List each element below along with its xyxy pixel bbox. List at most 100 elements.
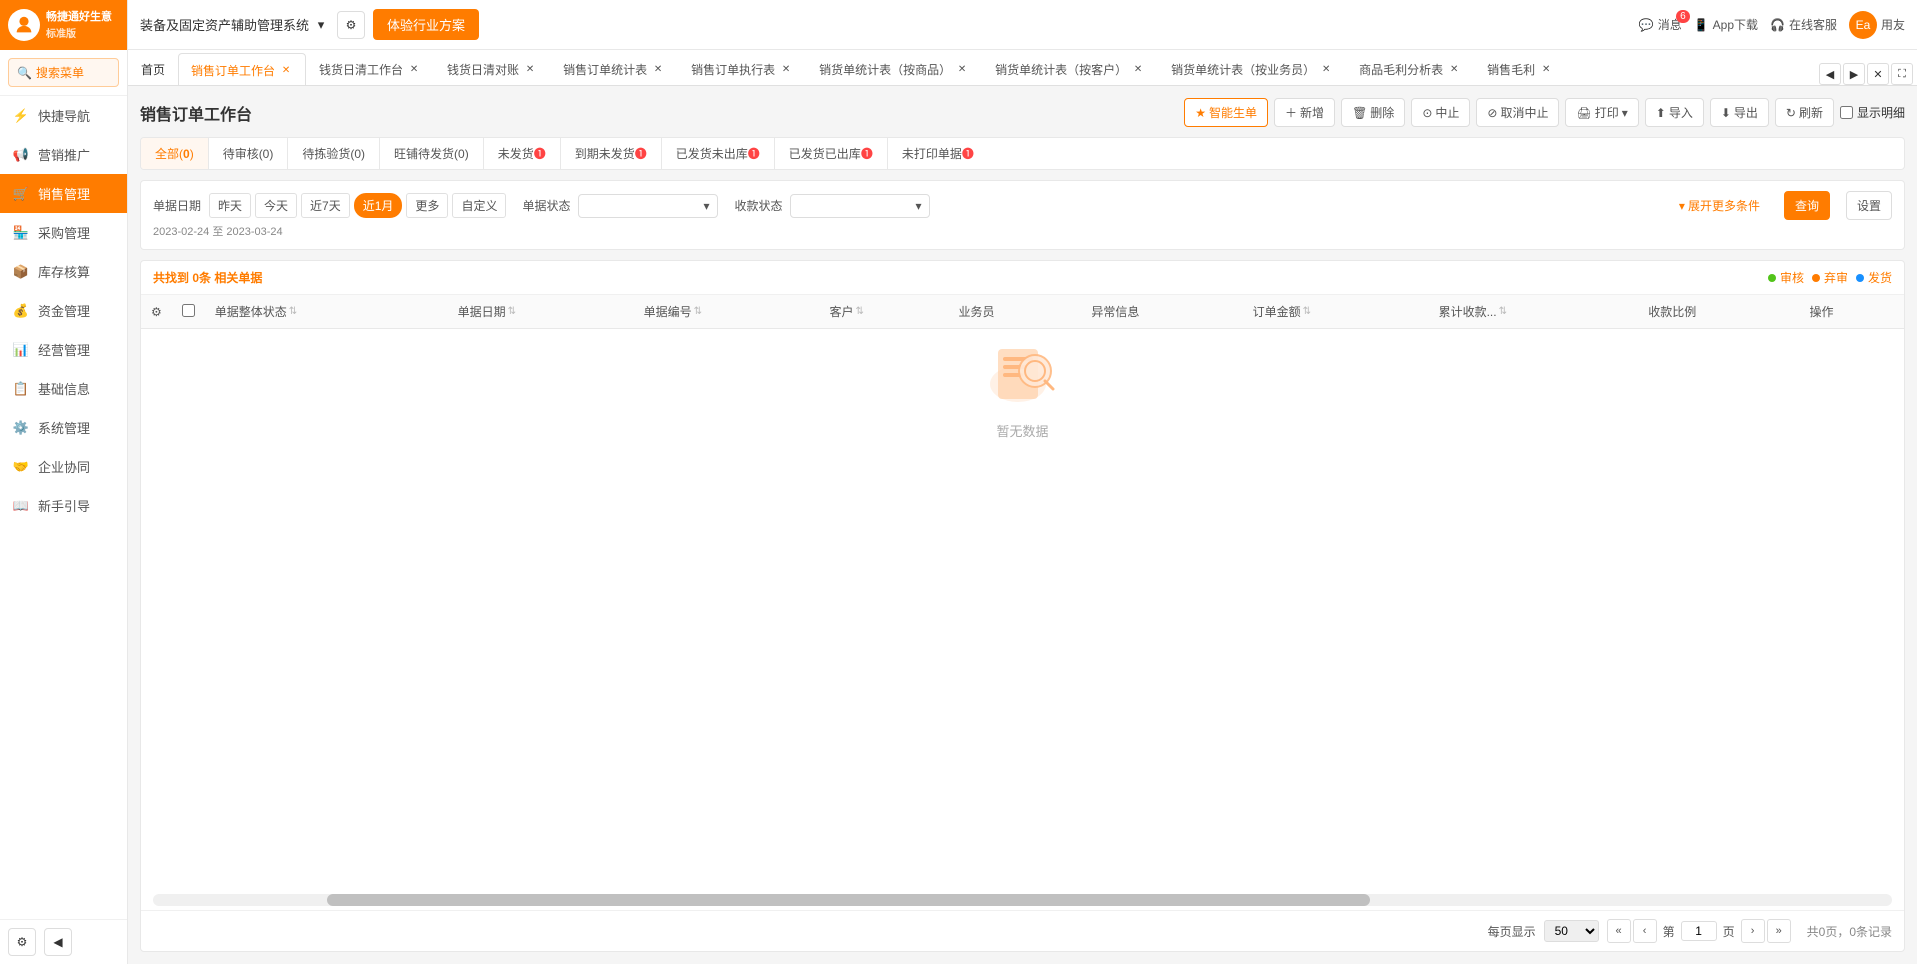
audit-btn[interactable]: 审核 <box>1768 269 1804 286</box>
select-all-checkbox[interactable] <box>182 304 195 317</box>
export-button[interactable]: ⬇ 导出 <box>1710 98 1769 127</box>
date-opt-yesterday[interactable]: 昨天 <box>209 193 251 218</box>
expand-filter-btn[interactable]: ▾ 展开更多条件 <box>1679 197 1760 214</box>
tab-scroll-left-btn[interactable]: ◀ <box>1819 63 1841 85</box>
online-service-btn[interactable]: 🎧 在线客服 <box>1770 16 1837 33</box>
tab-close-icon[interactable]: ✕ <box>407 63 421 77</box>
page-first-btn[interactable]: « <box>1607 919 1631 943</box>
scroll-thumb[interactable] <box>327 894 1370 906</box>
query-button[interactable]: 查询 <box>1784 191 1830 220</box>
add-button[interactable]: ＋ 新增 <box>1274 98 1335 127</box>
status-select[interactable]: ▾ <box>578 194 718 218</box>
sidebar-item-sales[interactable]: 🛒 销售管理 <box>0 174 127 213</box>
tab-sales-exec[interactable]: 销售订单执行表 ✕ <box>678 53 806 85</box>
sidebar-item-finance[interactable]: 💰 资金管理 <box>0 291 127 330</box>
settings-filter-btn[interactable]: 设置 <box>1846 191 1892 220</box>
filter-tab-shipped-out[interactable]: 已发货已出库❶ <box>775 138 888 169</box>
chevron-down-icon: ▾ <box>703 199 709 213</box>
tab-customer-stats[interactable]: 销货单统计表（按客户） ✕ <box>982 53 1158 85</box>
tab-close-icon[interactable]: ✕ <box>523 63 537 77</box>
stop-button[interactable]: ⊙ 中止 <box>1411 98 1470 127</box>
cancel-audit-dot <box>1812 274 1820 282</box>
col-amount-sort[interactable]: 订单金额 ⇅ <box>1253 303 1419 320</box>
page-last-btn[interactable]: » <box>1767 919 1791 943</box>
message-btn[interactable]: 💬 消息 6 <box>1639 16 1682 33</box>
sidebar-item-purchase[interactable]: 🏪 采购管理 <box>0 213 127 252</box>
filter-tab-pending-audit[interactable]: 待审核(0) <box>209 138 289 169</box>
page-prev-btn[interactable]: ‹ <box>1633 919 1657 943</box>
tab-close-icon[interactable]: ✕ <box>1447 63 1461 77</box>
tab-close-icon[interactable]: ✕ <box>955 63 969 77</box>
print-button[interactable]: 🖨 打印 ▾ <box>1565 98 1638 127</box>
filter-tab-all[interactable]: 全部(0) <box>141 138 209 169</box>
sidebar-search: 🔍 搜索菜单 <box>0 50 127 96</box>
filter-tab-not-printed[interactable]: 未打印单据❶ <box>888 138 988 169</box>
horizontal-scrollbar[interactable] <box>153 894 1892 906</box>
filter-tab-pending-check[interactable]: 待拣验货(0) <box>288 138 380 169</box>
app-download-btn[interactable]: 📱 App下载 <box>1694 16 1758 33</box>
smart-create-button[interactable]: ★ 智能生单 <box>1184 98 1268 127</box>
show-detail-checkbox[interactable]: 显示明细 <box>1840 104 1905 121</box>
tab-close-icon[interactable]: ✕ <box>1131 63 1145 77</box>
col-settings[interactable]: ⚙ <box>141 295 172 329</box>
tab-sales-workbench[interactable]: 销售订单工作台 ✕ <box>178 53 306 86</box>
page-number-input[interactable] <box>1681 921 1717 941</box>
filter-tab-wangpu-ship[interactable]: 旺铺待发货(0) <box>380 138 484 169</box>
tab-sales-profit[interactable]: 销售毛利 ✕ <box>1474 53 1566 85</box>
col-checkbox[interactable] <box>172 295 205 329</box>
sidebar-item-enterprise[interactable]: 🤝 企业协同 <box>0 447 127 486</box>
sidebar-item-guide[interactable]: 📖 新手引导 <box>0 486 127 525</box>
sidebar-item-navigation[interactable]: ⚡ 快捷导航 <box>0 96 127 135</box>
tab-goods-stats[interactable]: 销货单统计表（按商品） ✕ <box>806 53 982 85</box>
payment-select[interactable]: ▾ <box>790 194 930 218</box>
date-opt-today[interactable]: 今天 <box>255 193 297 218</box>
topbar-settings-btn[interactable]: ⚙ <box>337 11 365 39</box>
cancel-stop-button[interactable]: ⊘ 取消中止 <box>1476 98 1559 127</box>
filter-tab-shipped-not-out[interactable]: 已发货未出库❶ <box>662 138 775 169</box>
per-page-select[interactable]: 50 100 200 <box>1544 920 1599 942</box>
cancel-audit-btn[interactable]: 弃审 <box>1812 269 1848 286</box>
sidebar-item-inventory[interactable]: 📦 库存核算 <box>0 252 127 291</box>
tab-scroll-right-btn[interactable]: ▶ <box>1843 63 1865 85</box>
date-opt-more[interactable]: 更多 <box>406 193 448 218</box>
sidebar-item-system[interactable]: ⚙️ 系统管理 <box>0 408 127 447</box>
col-status-sort[interactable]: 单据整体状态 ⇅ <box>215 303 438 320</box>
system-dropdown-icon[interactable]: ▾ <box>313 17 329 33</box>
col-date-sort[interactable]: 单据日期 ⇅ <box>458 303 624 320</box>
industry-btn[interactable]: 体验行业方案 <box>373 9 479 40</box>
collapse-button[interactable]: ◀ <box>44 928 72 956</box>
tab-close-icon[interactable]: ✕ <box>1539 63 1553 77</box>
date-opt-1month[interactable]: 近1月 <box>354 193 403 218</box>
tab-close-all-btn[interactable]: ✕ <box>1867 63 1889 85</box>
tab-home[interactable]: 首页 <box>128 53 178 85</box>
tab-gross-margin[interactable]: 商品毛利分析表 ✕ <box>1346 53 1474 85</box>
tab-salesperson-stats[interactable]: 销货单统计表（按业务员） ✕ <box>1158 53 1346 85</box>
delete-button[interactable]: 🗑 删除 <box>1341 98 1405 127</box>
tab-reconciliation[interactable]: 钱货日清对账 ✕ <box>434 53 550 85</box>
col-number-sort[interactable]: 单据编号 ⇅ <box>644 303 810 320</box>
search-menu-button[interactable]: 🔍 搜索菜单 <box>8 58 119 87</box>
col-customer-sort[interactable]: 客户 ⇅ <box>830 303 939 320</box>
settings-button[interactable]: ⚙ <box>8 928 36 956</box>
tab-close-icon[interactable]: ✕ <box>279 63 293 77</box>
col-collected-sort[interactable]: 累计收款... ⇅ <box>1439 303 1629 320</box>
filter-tab-overdue-ship[interactable]: 到期未发货❶ <box>561 138 662 169</box>
show-detail-input[interactable] <box>1840 106 1853 119</box>
tab-close-icon[interactable]: ✕ <box>651 63 665 77</box>
tab-cash-daily[interactable]: 钱货日清工作台 ✕ <box>306 53 434 85</box>
user-menu-btn[interactable]: Ea 用友 <box>1849 11 1905 39</box>
sidebar-item-basic[interactable]: 📋 基础信息 <box>0 369 127 408</box>
tab-maximize-btn[interactable]: ⛶ <box>1891 63 1913 85</box>
refresh-button[interactable]: ↻ 刷新 <box>1775 98 1834 127</box>
date-opt-custom[interactable]: 自定义 <box>452 193 506 218</box>
sidebar-item-operation[interactable]: 📊 经营管理 <box>0 330 127 369</box>
import-button[interactable]: ⬆ 导入 <box>1645 98 1704 127</box>
ship-btn[interactable]: 发货 <box>1856 269 1892 286</box>
filter-tab-not-shipped[interactable]: 未发货❶ <box>484 138 561 169</box>
tab-close-icon[interactable]: ✕ <box>1319 63 1333 77</box>
sidebar-item-marketing[interactable]: 📢 营销推广 <box>0 135 127 174</box>
page-next-btn[interactable]: › <box>1741 919 1765 943</box>
tab-sales-stats[interactable]: 销售订单统计表 ✕ <box>550 53 678 85</box>
tab-close-icon[interactable]: ✕ <box>779 63 793 77</box>
date-opt-7days[interactable]: 近7天 <box>301 193 350 218</box>
